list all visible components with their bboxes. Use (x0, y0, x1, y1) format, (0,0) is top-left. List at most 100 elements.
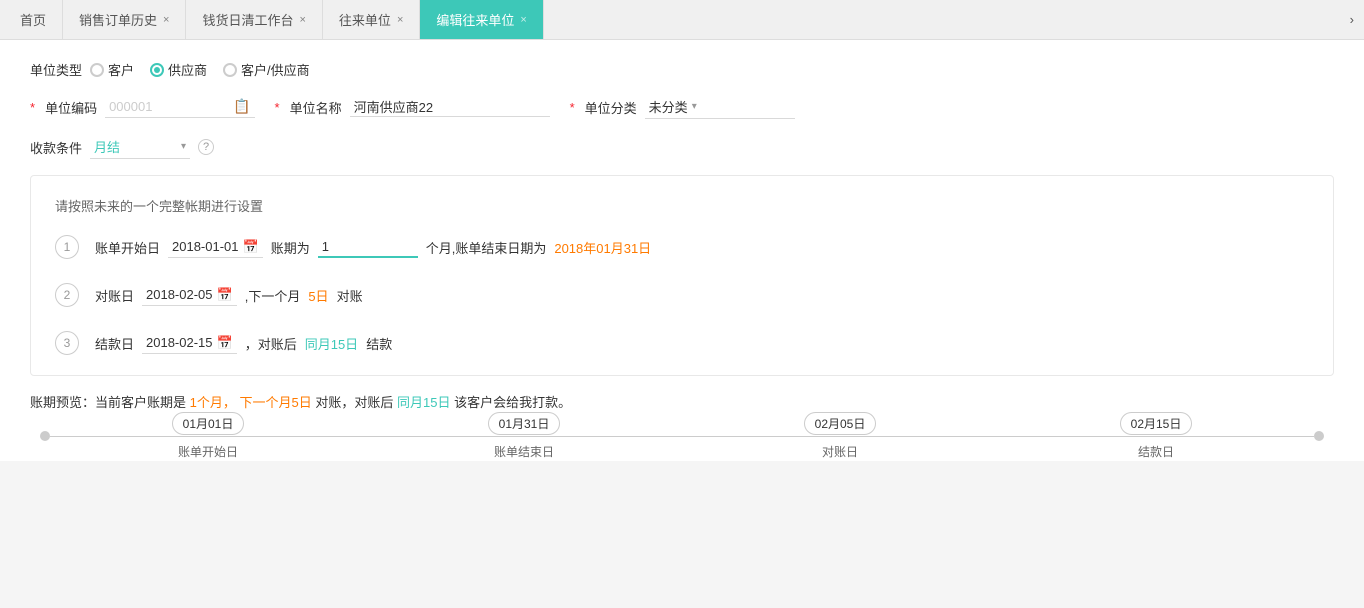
card-hint: 请按照未来的一个完整帐期进行设置 (55, 196, 1309, 215)
payment-value: 月结 (94, 137, 177, 156)
tab-edit-partner-close[interactable]: × (520, 14, 526, 26)
preview-end: 该客户会给我打款。 (454, 395, 571, 410)
unit-type-row: 单位类型 客户 供应商 客户/供应商 (30, 60, 1334, 79)
timeline-section: 01月01日 账单开始日 01月31日 账单结束日 02月05日 对账日 02月… (30, 431, 1334, 441)
radio-customer[interactable]: 客户 (90, 60, 134, 79)
step-2-num: 2 (55, 283, 79, 307)
step-1-label: 账单开始日 (95, 238, 160, 257)
step-2-calendar-icon[interactable]: 📅 (217, 287, 233, 303)
step-3-content: 结款日 2018-02-15 📅 ，对账后 同月15日 结款 (95, 333, 392, 354)
unit-type-label: 单位类型 (30, 60, 82, 79)
radio-customer-circle (90, 63, 104, 77)
tab-overflow-arrow[interactable]: › (1340, 0, 1364, 39)
step-3-prefix: ，对账后 (245, 334, 297, 353)
step-2-date: 2018-02-05 (146, 287, 213, 302)
radio-both-label: 客户/供应商 (241, 60, 310, 79)
tab-cash-work[interactable]: 钱货日清工作台 × (186, 0, 322, 39)
unit-name-star: * (275, 100, 280, 115)
radio-supplier[interactable]: 供应商 (150, 60, 207, 79)
tl-node-3-badge: 02月05日 (804, 412, 877, 435)
tl-node-4-badge: 02月15日 (1120, 412, 1193, 435)
step-2-row: 2 对账日 2018-02-05 📅 ,下一个月5日 对账 (55, 283, 1309, 307)
card-section: 请按照未来的一个完整帐期进行设置 1 账单开始日 2018-01-01 📅 账期… (30, 175, 1334, 376)
tab-sales-history-close[interactable]: × (163, 14, 169, 26)
step-1-period-label: 账期为 (271, 238, 310, 257)
radio-both-circle (223, 63, 237, 77)
step-1-date-wrapper[interactable]: 2018-01-01 📅 (168, 237, 263, 258)
tl-node-1-label: 账单开始日 (178, 443, 238, 460)
preview-part1: 1个月， (190, 395, 236, 410)
unit-code-label: 单位编码 (45, 98, 97, 117)
step-3-label: 结款日 (95, 334, 134, 353)
payment-select[interactable]: 月结 ▾ (90, 135, 190, 159)
unit-category-label: 单位分类 (585, 98, 637, 117)
unit-type-group: 单位类型 客户 供应商 客户/供应商 (30, 60, 310, 79)
unit-code-star: * (30, 100, 35, 115)
step-2-highlight: 5日 (308, 286, 328, 305)
unit-category-group: * 单位分类 未分类 ▾ (570, 95, 795, 119)
preview-text: 账期预览：当前客户账期是 1个月， 下一个月5日 对账，对账后 同月15日 该客… (30, 392, 1334, 411)
tab-partner[interactable]: 往来单位 × (323, 0, 420, 39)
tab-bar: 首页 销售订单历史 × 钱货日清工作台 × 往来单位 × 编辑往来单位 × › (0, 0, 1364, 40)
preview-middle: 对账，对账后 (315, 395, 393, 410)
tab-edit-partner-label: 编辑往来单位 (436, 10, 514, 29)
unit-code-copy-icon[interactable]: 📋 (233, 98, 250, 115)
payment-label: 收款条件 (30, 138, 82, 157)
step-2-content: 对账日 2018-02-05 📅 ,下一个月5日 对账 (95, 285, 363, 306)
unit-category-star: * (570, 100, 575, 115)
step-3-num: 3 (55, 331, 79, 355)
step-1-content: 账单开始日 2018-01-01 📅 账期为 个月,账单结束日期为 2018年0… (95, 237, 651, 258)
tl-node-1: 01月01日 账单开始日 (172, 412, 245, 460)
tl-node-4: 02月15日 结款日 (1120, 412, 1193, 460)
tab-sales-history[interactable]: 销售订单历史 × (63, 0, 186, 39)
step-1-suffix: 个月,账单结束日期为 (426, 238, 547, 257)
radio-supplier-label: 供应商 (168, 60, 207, 79)
timeline-track: 01月01日 账单开始日 01月31日 账单结束日 02月05日 对账日 02月… (40, 431, 1324, 441)
step-3-highlight: 同月15日 (305, 334, 358, 353)
step-1-end-date: 2018年01月31日 (554, 238, 651, 257)
step-3-row: 3 结款日 2018-02-15 📅 ，对账后 同月15日 结款 (55, 331, 1309, 355)
unit-code-input[interactable] (109, 99, 229, 114)
tl-node-4-label: 结款日 (1138, 443, 1174, 460)
tl-node-2-label: 账单结束日 (494, 443, 554, 460)
step-2-label: 对账日 (95, 286, 134, 305)
timeline-line: 01月01日 账单开始日 01月31日 账单结束日 02月05日 对账日 02月… (50, 436, 1314, 437)
tl-node-3: 02月05日 对账日 (804, 412, 877, 460)
step-3-calendar-icon[interactable]: 📅 (217, 335, 233, 351)
radio-customer-label: 客户 (108, 60, 134, 79)
step-1-months-input[interactable] (318, 237, 418, 258)
unit-code-group: * 单位编码 📋 (30, 96, 255, 118)
unit-name-label: 单位名称 (290, 98, 342, 117)
step-1-num: 1 (55, 235, 79, 259)
tab-home[interactable]: 首页 (0, 0, 63, 39)
payment-arrow: ▾ (181, 141, 186, 152)
payment-help-icon[interactable]: ? (198, 139, 214, 155)
tab-sales-history-label: 销售订单历史 (79, 10, 157, 29)
tl-node-3-label: 对账日 (822, 443, 858, 460)
timeline-left-dot (40, 431, 50, 441)
unit-category-value: 未分类 (649, 97, 688, 116)
tab-partner-label: 往来单位 (339, 10, 391, 29)
payment-group: 收款条件 月结 ▾ ? (30, 135, 214, 159)
step-1-calendar-icon[interactable]: 📅 (243, 239, 259, 255)
step-2-date-wrapper[interactable]: 2018-02-05 📅 (142, 285, 237, 306)
radio-supplier-circle (150, 63, 164, 77)
tab-edit-partner[interactable]: 编辑往来单位 × (420, 0, 543, 39)
payment-row: 收款条件 月结 ▾ ? (30, 135, 1334, 159)
step-3-date-wrapper[interactable]: 2018-02-15 📅 (142, 333, 237, 354)
tl-node-1-badge: 01月01日 (172, 412, 245, 435)
step-1-row: 1 账单开始日 2018-01-01 📅 账期为 个月,账单结束日期为 2018… (55, 235, 1309, 259)
radio-both[interactable]: 客户/供应商 (223, 60, 310, 79)
unit-category-arrow: ▾ (692, 101, 697, 112)
tl-node-2-badge: 01月31日 (488, 412, 561, 435)
tab-partner-close[interactable]: × (397, 14, 403, 26)
step-3-suffix: 结款 (366, 334, 392, 353)
step-2-suffix: 对账 (337, 286, 363, 305)
step-1-date: 2018-01-01 (172, 239, 239, 254)
tab-cash-work-close[interactable]: × (299, 14, 305, 26)
unit-info-row: * 单位编码 📋 * 单位名称 * 单位分类 未分类 ▾ (30, 95, 1334, 119)
unit-name-input[interactable] (350, 97, 550, 117)
unit-category-select[interactable]: 未分类 ▾ (645, 95, 795, 119)
tab-cash-work-label: 钱货日清工作台 (202, 10, 293, 29)
preview-part2: 下一个月5日 (240, 395, 312, 410)
